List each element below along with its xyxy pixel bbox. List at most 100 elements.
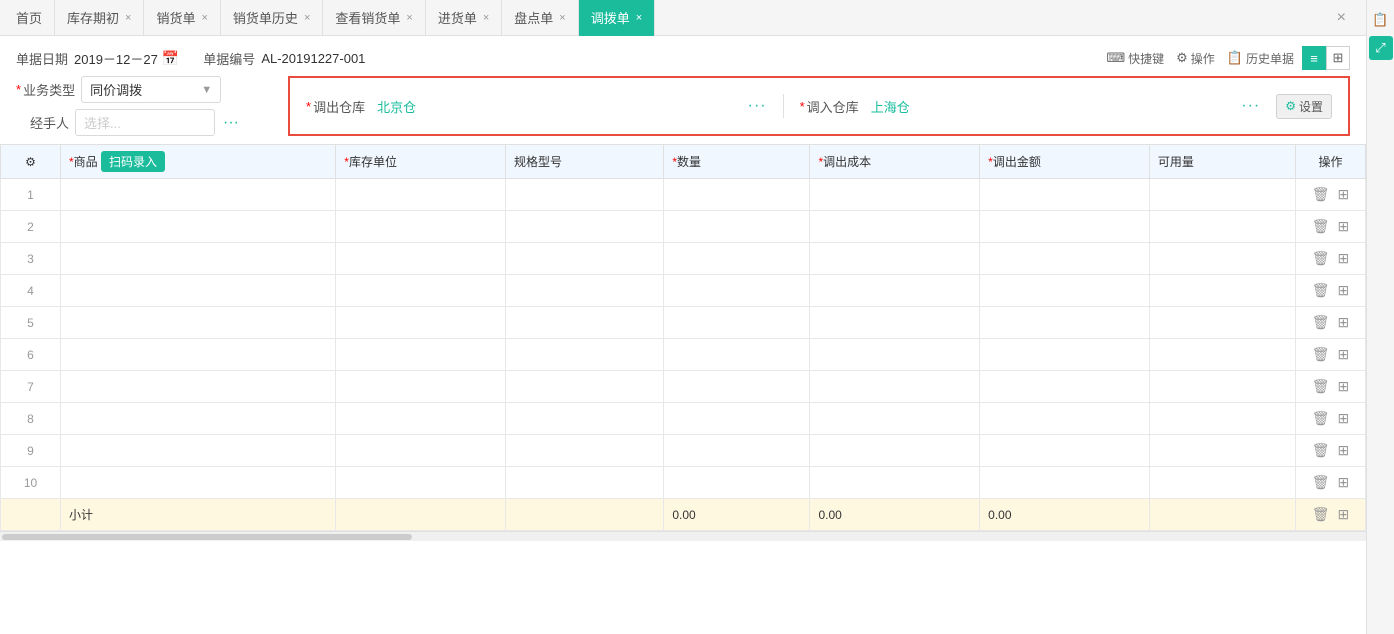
cell-4-qty[interactable] bbox=[664, 275, 810, 307]
sidebar-expand-icon[interactable]: ⤢ bbox=[1369, 36, 1393, 60]
cell-11-amount[interactable]: 0.00 bbox=[980, 499, 1150, 531]
copy-icon-4[interactable]: ⊞ bbox=[1338, 282, 1350, 299]
delete-icon-9[interactable]: 🗑 bbox=[1312, 442, 1330, 459]
cell-11-available[interactable] bbox=[1149, 499, 1295, 531]
cell-10-product[interactable] bbox=[61, 467, 336, 499]
cell-1-unit[interactable] bbox=[336, 179, 506, 211]
cell-7-available[interactable] bbox=[1149, 371, 1295, 403]
list-view-btn[interactable]: ≡ bbox=[1302, 46, 1326, 70]
tab-home[interactable]: 首页 bbox=[8, 0, 55, 36]
cell-7-amount[interactable] bbox=[980, 371, 1150, 403]
cell-6-available[interactable] bbox=[1149, 339, 1295, 371]
cell-6-unit[interactable] bbox=[336, 339, 506, 371]
close-transfer[interactable]: × bbox=[636, 12, 642, 24]
cell-4-product[interactable] bbox=[61, 275, 336, 307]
settings-btn[interactable]: ⚙ 设置 bbox=[1276, 94, 1332, 119]
delete-icon-1[interactable]: 🗑 bbox=[1312, 186, 1330, 203]
cell-10-cost[interactable] bbox=[810, 467, 980, 499]
cell-7-spec[interactable] bbox=[506, 371, 664, 403]
cell-9-available[interactable] bbox=[1149, 435, 1295, 467]
operations-btn[interactable]: ⚙ 操作 bbox=[1176, 50, 1215, 67]
cell-2-qty[interactable] bbox=[664, 211, 810, 243]
cell-7-product[interactable] bbox=[61, 371, 336, 403]
tab-bar-close[interactable]: × bbox=[1325, 9, 1358, 27]
cell-4-spec[interactable] bbox=[506, 275, 664, 307]
cell-8-available[interactable] bbox=[1149, 403, 1295, 435]
cell-9-amount[interactable] bbox=[980, 435, 1150, 467]
history-btn[interactable]: 📋 历史单据 bbox=[1227, 50, 1294, 67]
cell-1-available[interactable] bbox=[1149, 179, 1295, 211]
close-purchase[interactable]: × bbox=[483, 12, 489, 24]
delete-icon-8[interactable]: 🗑 bbox=[1312, 410, 1330, 427]
cell-6-qty[interactable] bbox=[664, 339, 810, 371]
scrollbar-thumb[interactable] bbox=[2, 534, 412, 540]
grid-view-btn[interactable]: ⊞ bbox=[1326, 46, 1350, 70]
cell-5-amount[interactable] bbox=[980, 307, 1150, 339]
cell-5-available[interactable] bbox=[1149, 307, 1295, 339]
cell-6-spec[interactable] bbox=[506, 339, 664, 371]
cell-3-unit[interactable] bbox=[336, 243, 506, 275]
cell-7-qty[interactable] bbox=[664, 371, 810, 403]
scrollbar-area[interactable] bbox=[0, 531, 1366, 541]
delete-icon-2[interactable]: 🗑 bbox=[1312, 218, 1330, 235]
col-gear-header[interactable]: ⚙ bbox=[1, 145, 61, 179]
cell-3-available[interactable] bbox=[1149, 243, 1295, 275]
cell-8-product[interactable] bbox=[61, 403, 336, 435]
copy-icon-3[interactable]: ⊞ bbox=[1338, 250, 1350, 267]
tab-inventory-check[interactable]: 盘点单 × bbox=[502, 0, 578, 36]
copy-icon-5[interactable]: ⊞ bbox=[1338, 314, 1350, 331]
tab-transfer[interactable]: 调拨单 × bbox=[579, 0, 655, 36]
cell-9-qty[interactable] bbox=[664, 435, 810, 467]
cell-5-cost[interactable] bbox=[810, 307, 980, 339]
copy-icon-7[interactable]: ⊞ bbox=[1338, 378, 1350, 395]
delete-icon-10[interactable]: 🗑 bbox=[1312, 474, 1330, 491]
close-view-sales[interactable]: × bbox=[406, 12, 412, 24]
cell-8-qty[interactable] bbox=[664, 403, 810, 435]
cell-8-cost[interactable] bbox=[810, 403, 980, 435]
cell-10-qty[interactable] bbox=[664, 467, 810, 499]
cell-2-amount[interactable] bbox=[980, 211, 1150, 243]
copy-icon-1[interactable]: ⊞ bbox=[1338, 186, 1350, 203]
copy-icon-9[interactable]: ⊞ bbox=[1338, 442, 1350, 459]
cell-2-available[interactable] bbox=[1149, 211, 1295, 243]
cell-6-amount[interactable] bbox=[980, 339, 1150, 371]
tab-purchase[interactable]: 进货单 × bbox=[426, 0, 502, 36]
cell-10-unit[interactable] bbox=[336, 467, 506, 499]
cell-9-product[interactable] bbox=[61, 435, 336, 467]
cell-8-spec[interactable] bbox=[506, 403, 664, 435]
cell-5-spec[interactable] bbox=[506, 307, 664, 339]
cell-1-spec[interactable] bbox=[506, 179, 664, 211]
cell-9-unit[interactable] bbox=[336, 435, 506, 467]
cell-5-qty[interactable] bbox=[664, 307, 810, 339]
calendar-icon[interactable]: 📅 bbox=[162, 50, 179, 67]
copy-icon-10[interactable]: ⊞ bbox=[1338, 474, 1350, 491]
shortcut-key-btn[interactable]: ⌨ 快捷键 bbox=[1106, 50, 1164, 67]
delete-icon-3[interactable]: 🗑 bbox=[1312, 250, 1330, 267]
tab-sales-history[interactable]: 销货单历史 × bbox=[221, 0, 323, 36]
sidebar-doc-icon[interactable]: 📋 bbox=[1369, 8, 1393, 32]
copy-icon-6[interactable]: ⊞ bbox=[1338, 346, 1350, 363]
cell-3-spec[interactable] bbox=[506, 243, 664, 275]
tab-inventory-init[interactable]: 库存期初 × bbox=[55, 0, 144, 36]
copy-icon-2[interactable]: ⊞ bbox=[1338, 218, 1350, 235]
cell-2-product[interactable] bbox=[61, 211, 336, 243]
cell-5-product[interactable] bbox=[61, 307, 336, 339]
cell-3-amount[interactable] bbox=[980, 243, 1150, 275]
cell-10-spec[interactable] bbox=[506, 467, 664, 499]
delete-icon-5[interactable]: 🗑 bbox=[1312, 314, 1330, 331]
cell-4-amount[interactable] bbox=[980, 275, 1150, 307]
close-inventory-check[interactable]: × bbox=[559, 12, 565, 24]
cell-2-cost[interactable] bbox=[810, 211, 980, 243]
delete-icon-7[interactable]: 🗑 bbox=[1312, 378, 1330, 395]
cell-11-qty[interactable]: 0.00 bbox=[664, 499, 810, 531]
cell-9-cost[interactable] bbox=[810, 435, 980, 467]
cell-6-product[interactable] bbox=[61, 339, 336, 371]
cell-6-cost[interactable] bbox=[810, 339, 980, 371]
delete-icon-11[interactable]: 🗑 bbox=[1312, 506, 1330, 523]
close-sales-history[interactable]: × bbox=[304, 12, 310, 24]
copy-icon-11[interactable]: ⊞ bbox=[1338, 506, 1350, 523]
cell-10-amount[interactable] bbox=[980, 467, 1150, 499]
cell-3-product[interactable] bbox=[61, 243, 336, 275]
cell-9-spec[interactable] bbox=[506, 435, 664, 467]
cell-4-unit[interactable] bbox=[336, 275, 506, 307]
